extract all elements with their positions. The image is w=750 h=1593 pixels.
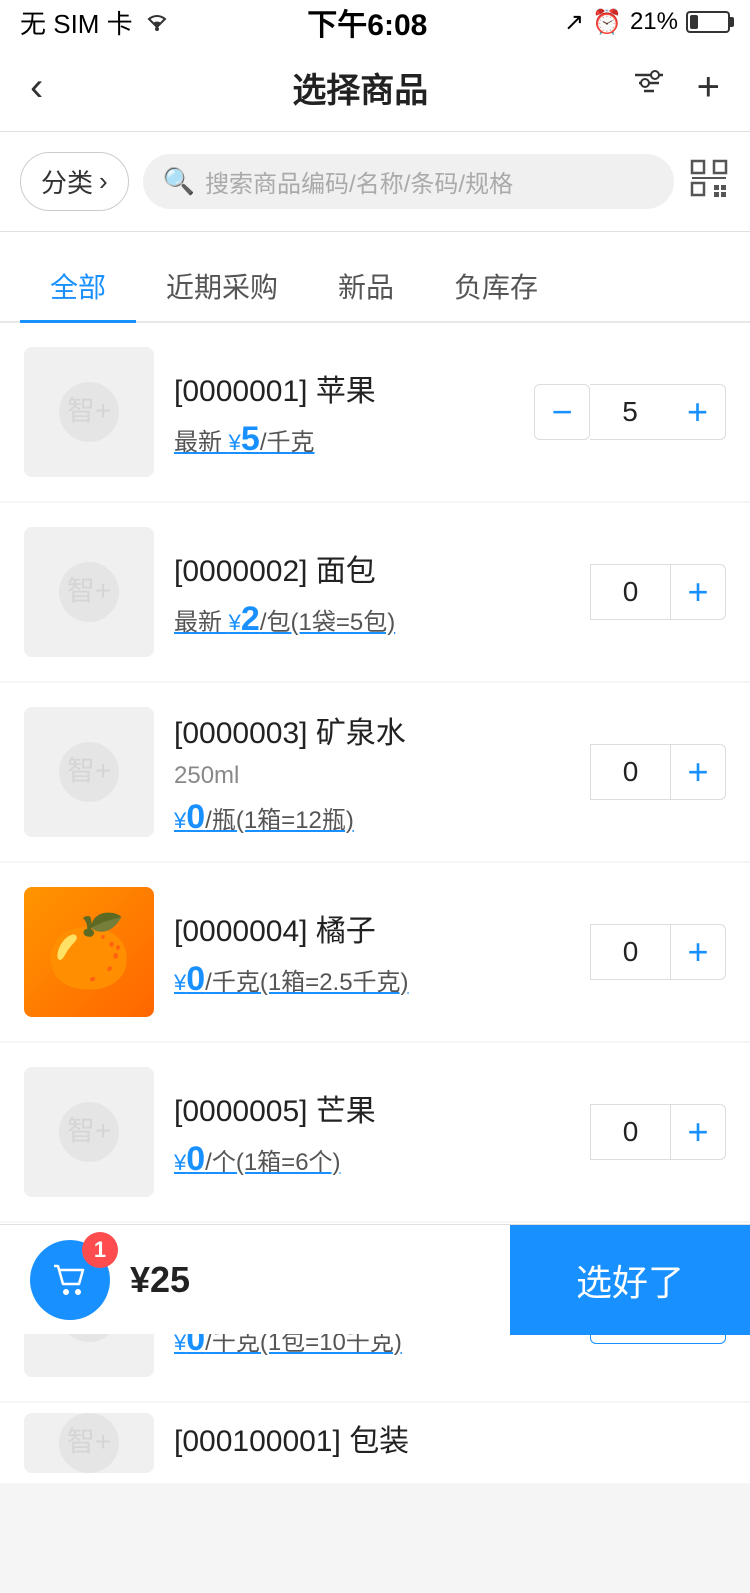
- battery-percent: 21%: [630, 8, 678, 36]
- nav-actions: +: [631, 65, 720, 110]
- back-button[interactable]: ‹: [30, 65, 90, 110]
- quantity-control: − +: [534, 384, 726, 440]
- decrease-button[interactable]: −: [534, 384, 590, 440]
- product-info: [0000004] 橘子 ¥0/千克(1箱=2.5千克): [174, 906, 570, 999]
- placeholder-logo-icon: 智+: [49, 732, 129, 812]
- product-image: 智+: [24, 1067, 154, 1197]
- svg-text:智+: 智+: [67, 395, 111, 426]
- alarm-icon: ⏰: [592, 8, 622, 37]
- tab-negative-stock[interactable]: 负库存: [424, 252, 568, 323]
- wifi-icon: [143, 7, 171, 38]
- quantity-input[interactable]: [590, 384, 670, 440]
- quantity-control: 0 +: [590, 924, 726, 980]
- cart-total: ¥25: [130, 1259, 190, 1301]
- svg-text:智+: 智+: [67, 575, 111, 606]
- quantity-display: 0: [590, 1104, 670, 1160]
- list-item: 智+ [0000001] 苹果 最新 ¥5/千克 − +: [0, 323, 750, 501]
- add-icon[interactable]: +: [697, 65, 720, 110]
- search-placeholder: 搜索商品编码/名称/条码/规格: [205, 164, 654, 199]
- product-image: 智+: [24, 707, 154, 837]
- product-name: [0000003] 矿泉水: [174, 708, 570, 752]
- tab-all[interactable]: 全部: [20, 252, 136, 323]
- quantity-display: 0: [590, 924, 670, 980]
- increase-button[interactable]: +: [670, 564, 726, 620]
- product-price: ¥0/个(1箱=6个): [174, 1140, 570, 1179]
- product-image: 智+: [24, 347, 154, 477]
- product-price: ¥0/千克(1箱=2.5千克): [174, 960, 570, 999]
- increase-button[interactable]: +: [670, 1104, 726, 1160]
- product-price: 最新 ¥2/包(1袋=5包): [174, 600, 570, 639]
- cart-badge: 1: [82, 1232, 118, 1268]
- increase-button[interactable]: +: [670, 384, 726, 440]
- product-image: 智+: [24, 527, 154, 657]
- placeholder-logo-icon: 智+: [49, 372, 129, 452]
- quantity-display: 0: [590, 564, 670, 620]
- product-image: 智+: [24, 1413, 154, 1473]
- tab-recent[interactable]: 近期采购: [136, 252, 308, 323]
- list-item: 智+ [000100001] 包装: [0, 1403, 750, 1483]
- quantity-display: 0: [590, 744, 670, 800]
- list-item: 🍊 [0000004] 橘子 ¥0/千克(1箱=2.5千克) 0 +: [0, 863, 750, 1041]
- placeholder-logo-icon: 智+: [49, 1413, 129, 1473]
- increase-button[interactable]: +: [670, 744, 726, 800]
- location-icon: ↗: [564, 8, 584, 37]
- filter-bar: 分类 › 🔍 搜索商品编码/名称/条码/规格: [0, 132, 750, 232]
- product-name: [0000004] 橘子: [174, 906, 570, 950]
- product-name: [000100001] 包装: [174, 1416, 726, 1460]
- search-icon: 🔍: [163, 166, 195, 197]
- product-info: [0000001] 苹果 最新 ¥5/千克: [174, 366, 514, 459]
- product-info: [0000002] 面包 最新 ¥2/包(1袋=5包): [174, 546, 570, 639]
- status-left: 无 SIM 卡: [20, 4, 171, 41]
- scan-icon[interactable]: [688, 157, 730, 207]
- status-right: ↗ ⏰ 21%: [564, 8, 730, 37]
- product-name: [0000001] 苹果: [174, 366, 514, 410]
- svg-text:智+: 智+: [67, 755, 111, 786]
- product-name: [0000002] 面包: [174, 546, 570, 590]
- cart-button[interactable]: 1: [30, 1240, 110, 1320]
- carrier-text: 无 SIM 卡: [20, 4, 133, 41]
- quantity-control: 0 +: [590, 564, 726, 620]
- product-image: 🍊: [24, 887, 154, 1017]
- placeholder-logo-icon: 智+: [49, 1092, 129, 1172]
- category-button[interactable]: 分类 ›: [20, 152, 129, 211]
- status-bar: 无 SIM 卡 下午6:08 ↗ ⏰ 21%: [0, 0, 750, 44]
- time-display: 下午6:08: [307, 0, 427, 44]
- placeholder-logo-icon: 智+: [49, 552, 129, 632]
- product-name: [0000005] 芒果: [174, 1086, 570, 1130]
- increase-button[interactable]: +: [670, 924, 726, 980]
- product-price: ¥0/瓶(1箱=12瓶): [174, 798, 570, 837]
- cart-icon: [48, 1258, 92, 1302]
- list-item: 智+ [0000002] 面包 最新 ¥2/包(1袋=5包) 0 +: [0, 503, 750, 681]
- search-box[interactable]: 🔍 搜索商品编码/名称/条码/规格: [143, 154, 674, 209]
- tab-bar: 全部 近期采购 新品 负库存: [0, 232, 750, 323]
- category-label: 分类: [41, 163, 93, 200]
- product-info: [0000005] 芒果 ¥0/个(1箱=6个): [174, 1086, 570, 1179]
- list-item: 智+ [0000005] 芒果 ¥0/个(1箱=6个) 0 +: [0, 1043, 750, 1221]
- confirm-button[interactable]: 选好了: [510, 1225, 750, 1335]
- svg-text:智+: 智+: [67, 1426, 111, 1457]
- svg-text:智+: 智+: [67, 1115, 111, 1146]
- cart-section: 1 ¥25: [0, 1240, 510, 1320]
- product-price: 最新 ¥5/千克: [174, 420, 514, 459]
- quantity-control: 0 +: [590, 744, 726, 800]
- tab-new[interactable]: 新品: [308, 252, 424, 323]
- filter-icon[interactable]: [631, 65, 667, 110]
- list-item: 智+ [0000003] 矿泉水 250ml ¥0/瓶(1箱=12瓶) 0 +: [0, 683, 750, 861]
- product-info: [000100001] 包装: [174, 1416, 726, 1470]
- nav-bar: ‹ 选择商品 +: [0, 44, 750, 132]
- product-info: [0000003] 矿泉水 250ml ¥0/瓶(1箱=12瓶): [174, 708, 570, 837]
- quantity-control: 0 +: [590, 1104, 726, 1160]
- battery-icon: [686, 11, 730, 33]
- product-spec: 250ml: [174, 762, 570, 790]
- page-title: 选择商品: [292, 63, 428, 112]
- category-chevron: ›: [99, 166, 108, 197]
- bottom-bar: 1 ¥25 选好了: [0, 1224, 750, 1334]
